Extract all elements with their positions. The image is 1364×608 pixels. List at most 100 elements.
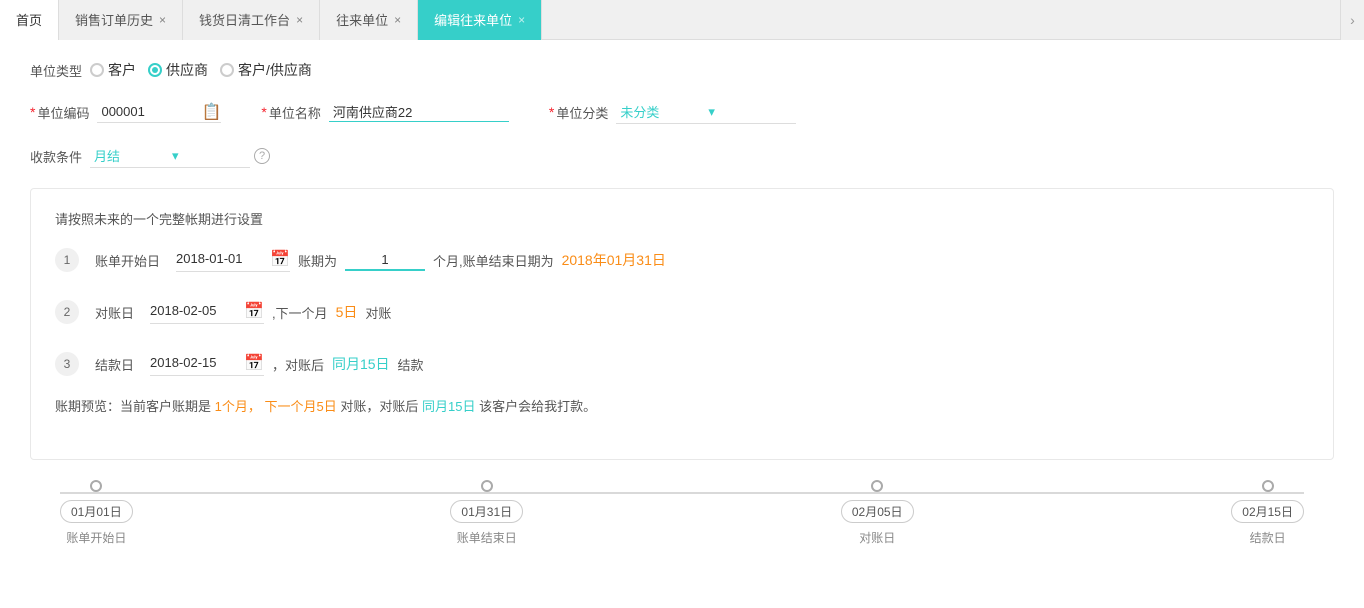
unit-code-group: * 单位编码 📋 — [30, 102, 221, 123]
radio-supplier-label: 供应商 — [166, 60, 208, 80]
row-3-content: 结款日 📅 ，对账后 同月15日 结款 — [95, 353, 424, 376]
timeline-badge-2: 02月05日 — [841, 500, 914, 523]
unit-info-row: * 单位编码 📋 * 单位名称 * 单位分类 未分类 ▾ — [30, 100, 1334, 124]
main-content: 单位类型 客户 供应商 客户/供应商 * 单位编码 — [0, 40, 1364, 608]
unit-code-input[interactable] — [97, 102, 197, 121]
payment-help-icon[interactable]: ? — [254, 148, 270, 164]
payment-dropdown[interactable]: 月结 ▾ — [90, 144, 250, 168]
row-num-3: 3 — [55, 352, 79, 376]
reconcile-date-wrap: 📅 — [150, 301, 264, 324]
preview-middle: 对账，对账后 — [340, 399, 418, 414]
radio-both-label: 客户/供应商 — [238, 60, 312, 80]
tab-cash-work-label: 钱货日清工作台 — [199, 10, 290, 29]
unit-category-value: 未分类 — [620, 102, 704, 121]
payment-suffix: 结款 — [398, 355, 424, 374]
payment-arrow: ▾ — [172, 148, 246, 164]
reconcile-prefix: ,下一个月 — [272, 303, 328, 322]
radio-both[interactable]: 客户/供应商 — [220, 60, 312, 80]
radio-customer[interactable]: 客户 — [90, 60, 136, 80]
section-instruction: 请按照未来的一个完整帐期进行设置 — [55, 209, 1309, 228]
payment-date-cal-icon[interactable]: 📅 — [244, 353, 264, 373]
preview-row: 账期预览：当前客户账期是 1个月， 下一个月5日 对账，对账后 同月15日 该客… — [55, 396, 1309, 415]
tab-edit-partner-label: 编辑往来单位 — [434, 10, 512, 29]
start-date-wrap: 📅 — [176, 249, 290, 272]
timeline-badge-3: 02月15日 — [1231, 500, 1304, 523]
tab-sales-history-close[interactable]: × — [159, 13, 166, 27]
payment-date-input[interactable] — [150, 355, 240, 370]
tab-home-label: 首页 — [16, 10, 42, 29]
unit-name-group: * 单位名称 — [261, 102, 508, 122]
payment-group: 收款条件 月结 ▾ ? — [30, 144, 270, 168]
unit-type-radio-group: 客户 供应商 客户/供应商 — [90, 60, 312, 80]
unit-code-required: * — [30, 104, 35, 120]
radio-supplier-circle — [148, 63, 162, 77]
timeline-points: 01月01日 账单开始日 01月31日 账单结束日 02月05日 对账日 02月… — [60, 480, 1304, 546]
preview-period: 1个月， — [215, 399, 261, 414]
tab-partner-label: 往来单位 — [336, 10, 388, 29]
timeline-badge-1: 01月31日 — [450, 500, 523, 523]
unit-code-label: 单位编码 — [37, 103, 89, 122]
unit-name-required: * — [261, 104, 266, 120]
row-num-2: 2 — [55, 300, 79, 324]
reconcile-date-cal-icon[interactable]: 📅 — [244, 301, 264, 321]
timeline-label-0: 账单开始日 — [66, 529, 126, 546]
unit-name-input[interactable] — [329, 102, 509, 122]
unit-category-label: 单位分类 — [556, 103, 608, 122]
tab-cash-work-close[interactable]: × — [296, 13, 303, 27]
payment-label: 收款条件 — [30, 147, 82, 166]
tab-partner[interactable]: 往来单位 × — [320, 0, 418, 40]
radio-supplier[interactable]: 供应商 — [148, 60, 208, 80]
payment-row: 收款条件 月结 ▾ ? — [30, 144, 1334, 168]
timeline-container: 01月01日 账单开始日 01月31日 账单结束日 02月05日 对账日 02月… — [30, 480, 1334, 546]
timeline: 01月01日 账单开始日 01月31日 账单结束日 02月05日 对账日 02月… — [40, 480, 1324, 546]
tab-partner-close[interactable]: × — [394, 13, 401, 27]
radio-both-circle — [220, 63, 234, 77]
unit-category-arrow: ▾ — [708, 104, 792, 120]
tab-sales-history[interactable]: 销售订单历史 × — [59, 0, 183, 40]
timeline-dot-1 — [481, 480, 493, 492]
start-date-cal-icon[interactable]: 📅 — [270, 249, 290, 269]
reconcile-day-highlight: 5日 — [336, 302, 358, 322]
payment-date-wrap: 📅 — [150, 353, 264, 376]
reconcile-suffix: 对账 — [365, 303, 391, 322]
tab-scroll-right[interactable]: › — [1340, 0, 1364, 40]
payment-day-highlight: 同月15日 — [332, 354, 390, 374]
unit-category-required: * — [549, 104, 554, 120]
tabs-bar: 首页 销售订单历史 × 钱货日清工作台 × 往来单位 × 编辑往来单位 × › — [0, 0, 1364, 40]
timeline-dot-0 — [90, 480, 102, 492]
tab-edit-partner-close[interactable]: × — [518, 13, 525, 27]
timeline-badge-0: 01月01日 — [60, 500, 133, 523]
tab-edit-partner[interactable]: 编辑往来单位 × — [418, 0, 542, 40]
period-row-1: 1 账单开始日 📅 账期为 个月,账单结束日期为 2018年01月31日 — [55, 248, 1309, 272]
unit-category-dropdown[interactable]: 未分类 ▾ — [616, 100, 796, 124]
tab-home[interactable]: 首页 — [0, 0, 59, 40]
preview-payment: 同月15日 — [422, 399, 475, 414]
row-2-content: 对账日 📅 ,下一个月 5日 对账 — [95, 301, 391, 324]
period-end-date: 2018年01月31日 — [562, 250, 666, 270]
period-month-label: 个月,账单结束日期为 — [433, 251, 554, 270]
tab-cash-work[interactable]: 钱货日清工作台 × — [183, 0, 320, 40]
payment-prefix: ，对账后 — [272, 355, 324, 374]
reconcile-date-label: 对账日 — [95, 303, 134, 322]
period-row-3: 3 结款日 📅 ，对账后 同月15日 结款 — [55, 352, 1309, 376]
period-value-input[interactable] — [345, 250, 425, 271]
unit-type-group: 单位类型 客户 供应商 客户/供应商 — [30, 60, 312, 80]
timeline-dot-2 — [871, 480, 883, 492]
period-section: 请按照未来的一个完整帐期进行设置 1 账单开始日 📅 账期为 个月,账单结束日期… — [30, 188, 1334, 460]
timeline-label-1: 账单结束日 — [457, 529, 517, 546]
payment-value: 月结 — [94, 146, 168, 165]
start-date-input[interactable] — [176, 251, 266, 266]
preview-label: 账期预览：当前客户账期是 — [55, 399, 211, 414]
timeline-dot-3 — [1262, 480, 1274, 492]
reconcile-date-input[interactable] — [150, 303, 240, 318]
start-date-label: 账单开始日 — [95, 251, 160, 270]
period-for-label: 账期为 — [298, 251, 337, 270]
timeline-point-3: 02月15日 结款日 — [1231, 480, 1304, 546]
radio-customer-label: 客户 — [108, 60, 136, 80]
unit-name-label: 单位名称 — [269, 103, 321, 122]
preview-reconcile: 下一个月5日 — [265, 399, 337, 414]
preview-end: 该客户会给我打款。 — [479, 399, 596, 414]
unit-code-input-wrap: 📋 — [97, 102, 221, 123]
unit-code-icon[interactable]: 📋 — [201, 102, 221, 122]
payment-date-label: 结款日 — [95, 355, 134, 374]
